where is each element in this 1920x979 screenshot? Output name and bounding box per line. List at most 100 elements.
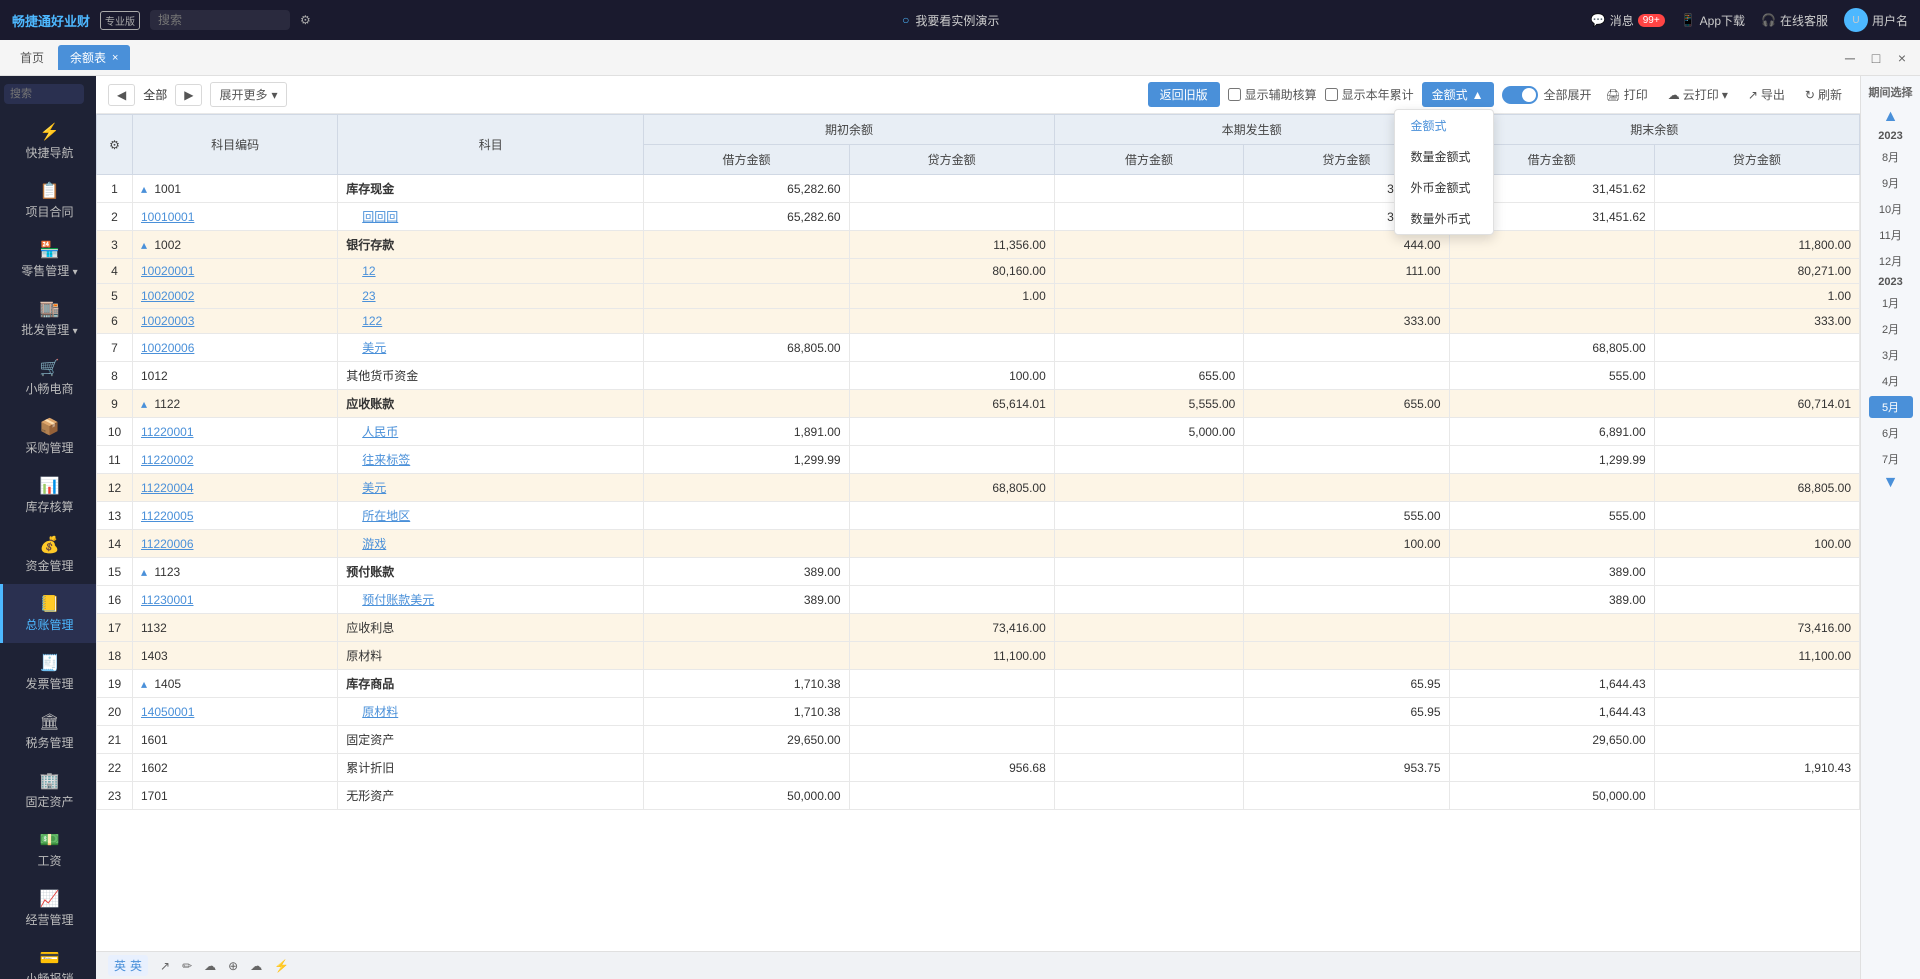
status-icon-4[interactable]: ⊕ <box>228 959 238 973</box>
tab-home[interactable]: 首页 <box>8 45 56 70</box>
sidebar-item-accounting[interactable]: 📒 总账管理 <box>0 584 96 643</box>
table-row[interactable]: 11 11220002 往来标签 1,299.99 1,299.99 <box>97 446 1860 474</box>
format-option-qty-foreign[interactable]: 数量外币式 <box>1395 203 1493 234</box>
month-5[interactable]: 5月 <box>1869 396 1913 418</box>
status-icon-1[interactable]: ↗ <box>160 959 170 973</box>
account-name-text[interactable]: 原材料 <box>346 705 398 719</box>
table-row[interactable]: 20 14050001 原材料 1,710.38 65.95 1,644.43 <box>97 698 1860 726</box>
tab-close-icon[interactable]: × <box>112 52 118 64</box>
table-row[interactable]: 17 1132 应收利息 73,416.00 73,416.00 <box>97 614 1860 642</box>
nav-up-btn[interactable]: ▲ <box>1883 108 1899 126</box>
account-code-link[interactable]: 11220005 <box>141 509 194 523</box>
demo-btn[interactable]: ○ 我要看实例演示 <box>902 12 999 29</box>
user-btn[interactable]: U 用户名 <box>1844 8 1908 32</box>
expand-all-toggle[interactable]: 全部展开 <box>1502 86 1592 104</box>
sidebar-item-wholesale[interactable]: 🏬 批发管理 ▾ <box>0 289 96 348</box>
month-3[interactable]: 3月 <box>1869 344 1913 366</box>
account-code-link[interactable]: 10020002 <box>141 289 194 303</box>
account-name-text[interactable]: 美元 <box>346 341 386 355</box>
month-7[interactable]: 7月 <box>1869 448 1913 470</box>
table-row[interactable]: 5 10020002 23 1.00 1.00 <box>97 284 1860 309</box>
account-name-text[interactable]: 游戏 <box>346 537 386 551</box>
account-name-text[interactable]: 23 <box>346 289 375 303</box>
expand-more-btn[interactable]: 展开更多 ▾ <box>210 82 286 107</box>
month-10[interactable]: 10月 <box>1869 198 1913 220</box>
table-row[interactable]: 9 ▴ 1122 应收账款 65,614.01 5,555.00 655.00 … <box>97 390 1860 418</box>
month-2[interactable]: 2月 <box>1869 318 1913 340</box>
table-row[interactable]: 8 1012 其他货币资金 100.00 655.00 555.00 <box>97 362 1860 390</box>
status-icon-5[interactable]: ☁ <box>250 959 262 973</box>
sidebar-item-operations[interactable]: 📈 经营管理 <box>0 879 96 938</box>
table-row[interactable]: 13 11220005 所在地区 555.00 555.00 <box>97 502 1860 530</box>
table-row[interactable]: 22 1602 累计折旧 956.68 953.75 1,910.43 <box>97 754 1860 782</box>
translate-btn[interactable]: 英 英 <box>108 955 148 976</box>
table-row[interactable]: 18 1403 原材料 11,100.00 11,100.00 <box>97 642 1860 670</box>
account-name-text[interactable]: 回回回 <box>346 210 398 224</box>
month-4[interactable]: 4月 <box>1869 370 1913 392</box>
tab-balance[interactable]: 余额表 × <box>58 45 130 70</box>
sidebar-item-tax[interactable]: 🏛 税务管理 <box>0 702 96 761</box>
account-code-link[interactable]: 10010001 <box>141 210 194 224</box>
month-9[interactable]: 9月 <box>1869 172 1913 194</box>
month-8[interactable]: 8月 <box>1869 146 1913 168</box>
month-1[interactable]: 1月 <box>1869 292 1913 314</box>
return-old-btn[interactable]: 返回旧版 <box>1148 82 1220 107</box>
table-row[interactable]: 1 ▴ 1001 库存现金 65,282.60 33,830.98 31,451… <box>97 175 1860 203</box>
sidebar-item-retail[interactable]: 🏪 零售管理 ▾ <box>0 230 96 289</box>
maximize-btn[interactable]: □ <box>1866 48 1886 68</box>
account-code-link[interactable]: 11220006 <box>141 537 194 551</box>
settings-header[interactable]: ⚙ <box>97 115 133 175</box>
sidebar-item-project[interactable]: 📋 项目合同 <box>0 171 96 230</box>
table-row[interactable]: 14 11220006 游戏 100.00 100.00 <box>97 530 1860 558</box>
sidebar-item-invoice[interactable]: 🧾 发票管理 <box>0 643 96 702</box>
annual-checkbox[interactable] <box>1325 88 1338 101</box>
sidebar-item-assets[interactable]: 🏢 固定资产 <box>0 761 96 820</box>
status-icon-6[interactable]: ⚡ <box>274 959 289 973</box>
account-code-link[interactable]: 11220001 <box>141 425 194 439</box>
month-11[interactable]: 11月 <box>1869 224 1913 246</box>
minimize-btn[interactable]: ─ <box>1840 48 1860 68</box>
sidebar-item-purchase[interactable]: 📦 采购管理 <box>0 407 96 466</box>
export-btn[interactable]: ↗ 导出 <box>1742 83 1791 106</box>
account-code-link[interactable]: 11230001 <box>141 593 194 607</box>
table-row[interactable]: 12 11220004 美元 68,805.00 68,805.00 <box>97 474 1860 502</box>
table-row[interactable]: 23 1701 无形资产 50,000.00 50,000.00 <box>97 782 1860 810</box>
account-name-text[interactable]: 预付账款美元 <box>346 593 434 607</box>
close-btn[interactable]: × <box>1892 48 1912 68</box>
table-row[interactable]: 7 10020006 美元 68,805.00 68,805.00 <box>97 334 1860 362</box>
table-row[interactable]: 19 ▴ 1405 库存商品 1,710.38 65.95 1,644.43 <box>97 670 1860 698</box>
refresh-btn[interactable]: ↻ 刷新 <box>1799 83 1848 106</box>
message-btn[interactable]: 💬 消息 99+ <box>1591 12 1665 29</box>
service-btn[interactable]: 🎧 在线客服 <box>1761 12 1828 29</box>
account-code-link[interactable]: 10020003 <box>141 314 194 328</box>
account-name-text[interactable]: 122 <box>346 314 382 328</box>
account-name-text[interactable]: 往来标签 <box>346 453 410 467</box>
account-code-link[interactable]: 11220002 <box>141 453 194 467</box>
show-annual-check[interactable]: 显示本年累计 <box>1325 86 1414 103</box>
nav-down-btn[interactable]: ▼ <box>1883 474 1899 492</box>
sidebar-item-ecommerce[interactable]: 🛒 小畅电商 <box>0 348 96 407</box>
top-bar-search[interactable] <box>150 10 290 30</box>
status-icon-2[interactable]: ✏ <box>182 959 192 973</box>
table-row[interactable]: 16 11230001 预付账款美元 389.00 389.00 <box>97 586 1860 614</box>
account-code-link[interactable]: 10020001 <box>141 264 194 278</box>
month-12[interactable]: 12月 <box>1869 250 1913 272</box>
show-assist-check[interactable]: 显示辅助核算 <box>1228 86 1317 103</box>
account-code-link[interactable]: 10020006 <box>141 341 194 355</box>
format-dropdown-btn[interactable]: 金额式 ▲ <box>1422 82 1494 107</box>
status-icon-3[interactable]: ☁ <box>204 959 216 973</box>
table-row[interactable]: 21 1601 固定资产 29,650.00 29,650.00 <box>97 726 1860 754</box>
sidebar-item-quick-nav[interactable]: ⚡ 快捷导航 <box>0 112 96 171</box>
sidebar-item-inventory[interactable]: 📊 库存核算 <box>0 466 96 525</box>
month-6[interactable]: 6月 <box>1869 422 1913 444</box>
account-code-link[interactable]: 11220004 <box>141 481 194 495</box>
cloud-print-btn[interactable]: ☁ 云打印 ▾ <box>1662 83 1734 106</box>
print-btn[interactable]: 🖨 打印 <box>1600 83 1654 106</box>
format-option-amount[interactable]: 金额式 <box>1395 110 1493 141</box>
table-row[interactable]: 2 10010001 回回回 65,282.60 33,830.98 31,45… <box>97 203 1860 231</box>
download-btn[interactable]: 📱 App下载 <box>1681 12 1745 29</box>
assist-checkbox[interactable] <box>1228 88 1241 101</box>
account-name-text[interactable]: 人民币 <box>346 425 398 439</box>
sidebar-search-input[interactable] <box>4 84 84 104</box>
account-code-link[interactable]: 14050001 <box>141 705 194 719</box>
